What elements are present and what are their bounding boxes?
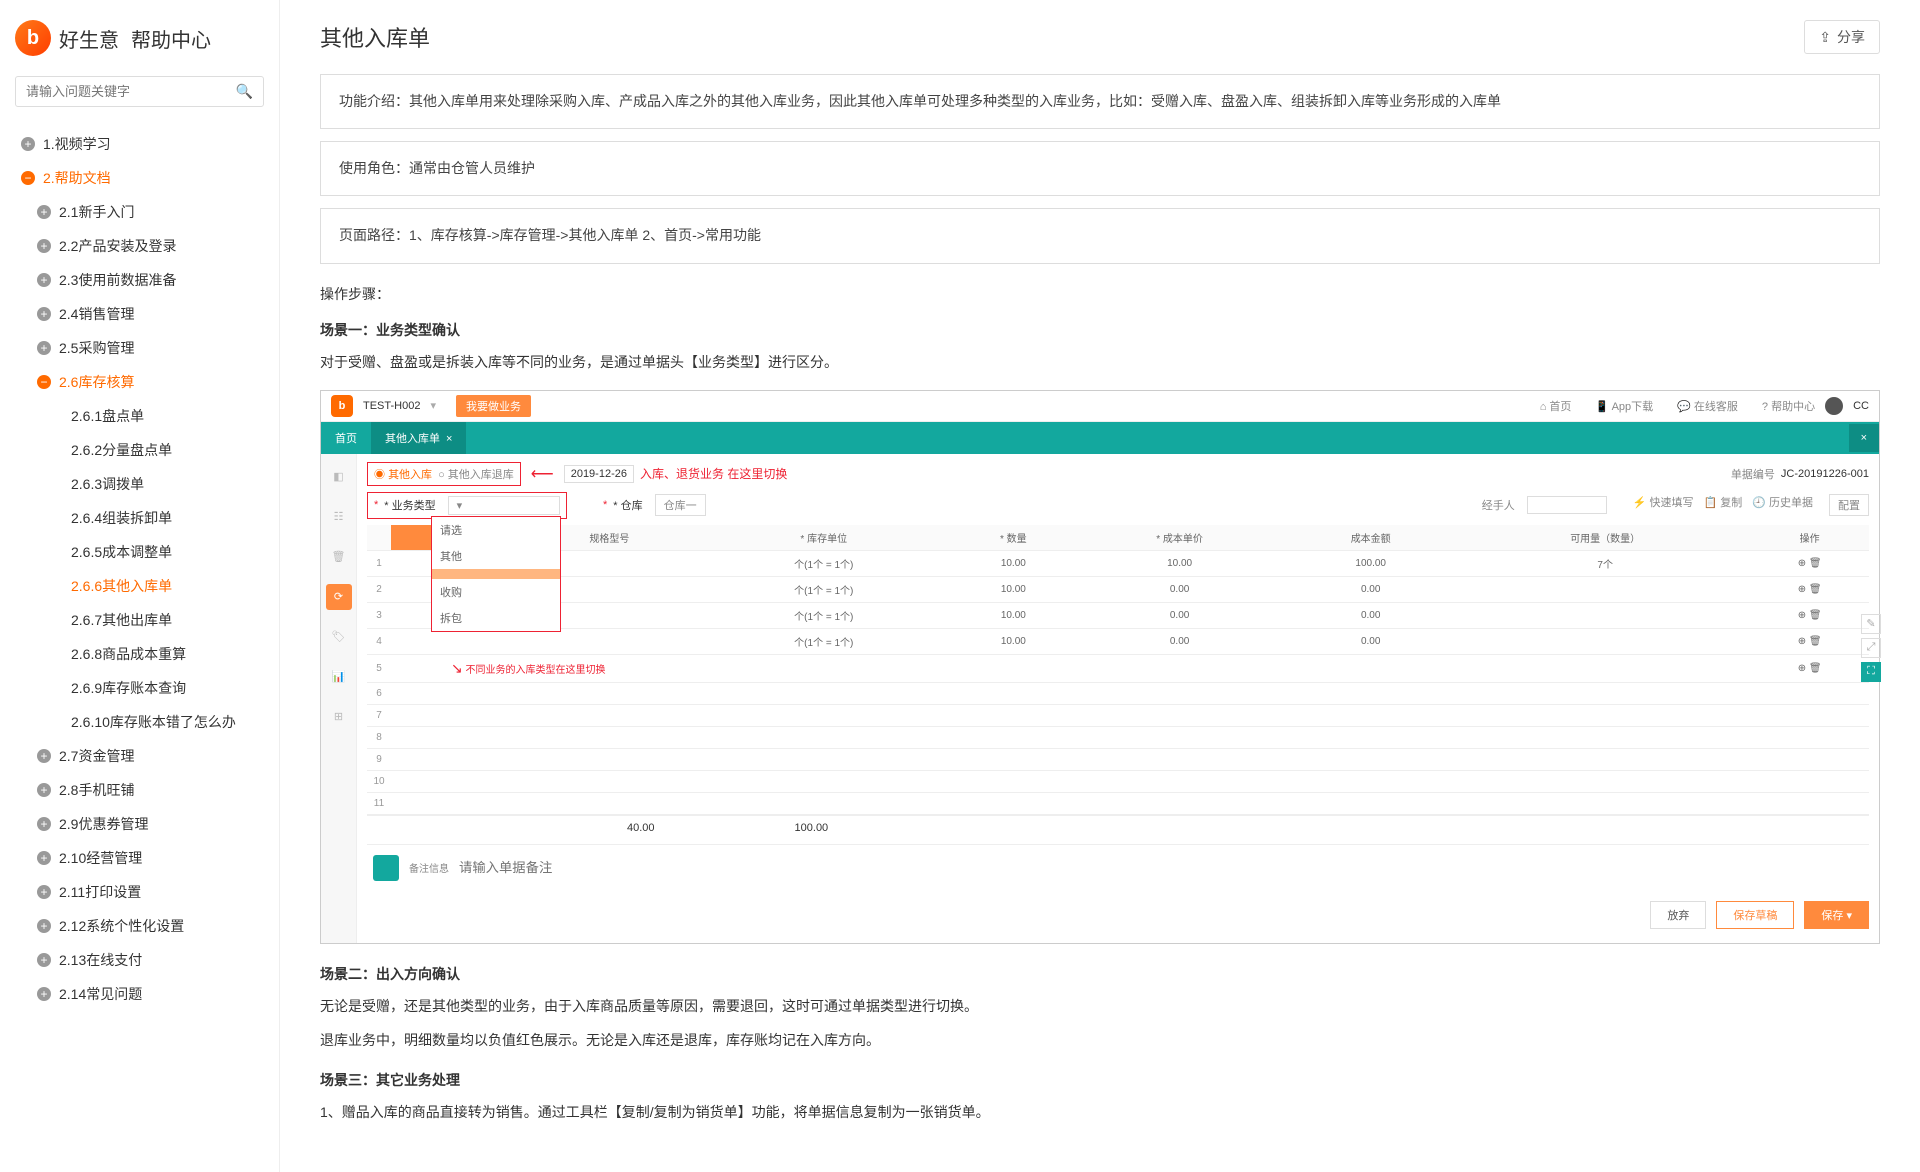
scene3-title: 场景三：其它业务处理: [320, 1070, 1880, 1090]
nav-2-11[interactable]: +2.11打印设置: [15, 875, 264, 909]
nav-2-5[interactable]: +2.5采购管理: [15, 331, 264, 365]
emb-nav-icon: ☷: [326, 504, 352, 530]
emb-sum-amt: 100.00: [795, 822, 829, 834]
page-title: 其他入库单: [320, 21, 430, 53]
emb-tool-fill: ⚡ 快速填写: [1633, 494, 1694, 516]
brand-logo: b: [15, 20, 51, 56]
emb-tool-copy: 📋 复制: [1703, 494, 1742, 516]
emb-sum-qty: 40.00: [627, 822, 655, 834]
emb-nav-icon: ◧: [326, 464, 352, 490]
emb-nav-icon: 📊: [326, 664, 352, 690]
nav-2-6-5[interactable]: 2.6.5成本调整单: [15, 535, 264, 569]
scene3-text: 1、赠品入库的商品直接转为销售。通过工具栏【复制/复制为销货单】功能，将单据信息…: [320, 1098, 1880, 1126]
emb-table: * 商品 规格型号 * 库存单位 * 数量 * 成本单价 成本金额 可用量（数量…: [367, 525, 1869, 815]
nav-2-2[interactable]: +2.2产品安装及登录: [15, 229, 264, 263]
nav-2-4[interactable]: +2.4销售管理: [15, 297, 264, 331]
emb-avatar: [1825, 397, 1843, 415]
emb-side-icons: ✎⤢⛶: [1861, 614, 1881, 682]
share-icon: ⇪: [1819, 29, 1831, 46]
nav-2-6-9[interactable]: 2.6.9库存账本查询: [15, 671, 264, 705]
scene1-title: 场景一：业务类型确认: [320, 320, 1880, 340]
emb-config-button: 配置: [1829, 494, 1869, 516]
emb-nav-icon: 🏷: [326, 624, 352, 650]
nav-2-9[interactable]: +2.9优惠券管理: [15, 807, 264, 841]
nav-2-8[interactable]: +2.8手机旺铺: [15, 773, 264, 807]
emb-dropdown: 请选 其他 收购 拆包: [431, 516, 561, 632]
emb-username: CC: [1853, 400, 1869, 412]
embedded-screenshot: b TEST-H002 ▾ 我要做业务 ⌂ 首页 📱 App下载 💬 在线客服 …: [320, 390, 1880, 944]
nav-2-13[interactable]: +2.13在线支付: [15, 943, 264, 977]
emb-save-button: 保存 ▾: [1804, 901, 1869, 929]
share-button[interactable]: ⇪ 分享: [1804, 20, 1880, 54]
nav-2-3[interactable]: +2.3使用前数据准备: [15, 263, 264, 297]
nav-2-6-3[interactable]: 2.6.3调拨单: [15, 467, 264, 501]
main-content: 其他入库单 ⇪ 分享 功能介绍：其他入库单用来处理除采购入库、产成品入库之外的其…: [280, 0, 1920, 1172]
scene2-text2: 退库业务中，明细数量均以负值红色展示。无论是入库还是退库，库存账均记在入库方向。: [320, 1026, 1880, 1054]
arrow-icon: ⟵: [531, 464, 554, 484]
emb-code: JC-20191226-001: [1781, 468, 1869, 480]
emb-nav-icon-active: ⟳: [326, 584, 352, 610]
emb-warehouse: 仓库一: [655, 494, 706, 516]
nav-2-6-10[interactable]: 2.6.10库存账本错了怎么办: [15, 705, 264, 739]
emb-cancel-button: 放弃: [1650, 901, 1706, 929]
emb-remark-icon: [373, 855, 399, 881]
nav-2-6-7[interactable]: 2.6.7其他出库单: [15, 603, 264, 637]
emb-biztype-box: ** 业务类型 ▾: [367, 492, 567, 519]
search-input[interactable]: [26, 84, 236, 99]
emb-type-radio: ◉ 其他入库 ○ 其他入库退库: [367, 462, 521, 486]
scene1-text: 对于受赠、盘盈或是拆装入库等不同的业务，是通过单据头【业务类型】进行区分。: [320, 348, 1880, 376]
emb-logo-icon: b: [331, 395, 353, 417]
path-box: 页面路径：1、库存核算->库存管理->其他入库单 2、首页->常用功能: [320, 208, 1880, 263]
sidebar: b 好生意 帮助中心 🔍 +1.视频学习 −2.帮助文档 +2.1新手入门 +2…: [0, 0, 280, 1172]
emb-account: TEST-H002: [363, 400, 420, 412]
nav-2-14[interactable]: +2.14常见问题: [15, 977, 264, 1011]
emb-new-button: 我要做业务: [456, 395, 531, 417]
nav-2-6[interactable]: −2.6库存核算: [15, 365, 264, 399]
nav-2-6-4[interactable]: 2.6.4组装拆卸单: [15, 501, 264, 535]
emb-tool-history: 🕘 历史单据: [1752, 494, 1813, 516]
nav-2-6-8[interactable]: 2.6.8商品成本重算: [15, 637, 264, 671]
emb-tab-home: 首页: [321, 422, 371, 454]
emb-top-app: 📱 App下载: [1595, 398, 1653, 414]
emb-code-label: 单据编号: [1731, 466, 1775, 482]
nav-video[interactable]: +1.视频学习: [15, 127, 264, 161]
nav-tree: +1.视频学习 −2.帮助文档 +2.1新手入门 +2.2产品安装及登录 +2.…: [15, 127, 264, 1011]
emb-nav-icon: ⊞: [326, 704, 352, 730]
scene2-title: 场景二：出入方向确认: [320, 964, 1880, 984]
nav-docs[interactable]: −2.帮助文档: [15, 161, 264, 195]
emb-draft-button: 保存草稿: [1716, 901, 1794, 929]
emb-nav-icon: 🗑: [326, 544, 352, 570]
emb-tab-doc: 其他入库单×: [371, 422, 466, 454]
brand-row: b 好生意 帮助中心: [15, 20, 264, 56]
emb-remark-label: 备注信息: [409, 860, 449, 875]
emb-leftbar: ◧ ☷ 🗑 ⟳ 🏷 📊 ⊞: [321, 454, 357, 943]
scene2-text1: 无论是受赠，还是其他类型的业务，由于入库商品质量等原因，需要退回，这时可通过单据…: [320, 992, 1880, 1020]
emb-agent-label: 经手人: [1482, 497, 1515, 513]
nav-2-10[interactable]: +2.10经营管理: [15, 841, 264, 875]
steps-label: 操作步骤：: [320, 284, 1880, 304]
nav-2-6-6[interactable]: 2.6.6其他入库单: [15, 569, 264, 603]
emb-top-help: ? 帮助中心: [1762, 398, 1815, 414]
intro-box: 功能介绍：其他入库单用来处理除采购入库、产成品入库之外的其他入库业务，因此其他入…: [320, 74, 1880, 129]
role-box: 使用角色：通常由仓管人员维护: [320, 141, 1880, 196]
emb-close-icon: ×: [1849, 424, 1879, 452]
nav-2-6-2[interactable]: 2.6.2分量盘点单: [15, 433, 264, 467]
nav-2-6-1[interactable]: 2.6.1盘点单: [15, 399, 264, 433]
emb-top-chat: 💬 在线客服: [1677, 398, 1738, 414]
brand-name: 好生意: [59, 24, 119, 53]
nav-2-7[interactable]: +2.7资金管理: [15, 739, 264, 773]
brand-sub: 帮助中心: [131, 24, 211, 53]
share-label: 分享: [1837, 27, 1865, 47]
search-icon[interactable]: 🔍: [236, 83, 253, 100]
nav-2-12[interactable]: +2.12系统个性化设置: [15, 909, 264, 943]
emb-remark-input: [459, 860, 1863, 875]
nav-2-1[interactable]: +2.1新手入门: [15, 195, 264, 229]
emb-top-home: ⌂ 首页: [1540, 398, 1572, 414]
emb-date: 2019-12-26: [564, 465, 634, 483]
emb-anno1: 入库、退货业务 在这里切换: [640, 465, 787, 482]
search-box[interactable]: 🔍: [15, 76, 264, 107]
